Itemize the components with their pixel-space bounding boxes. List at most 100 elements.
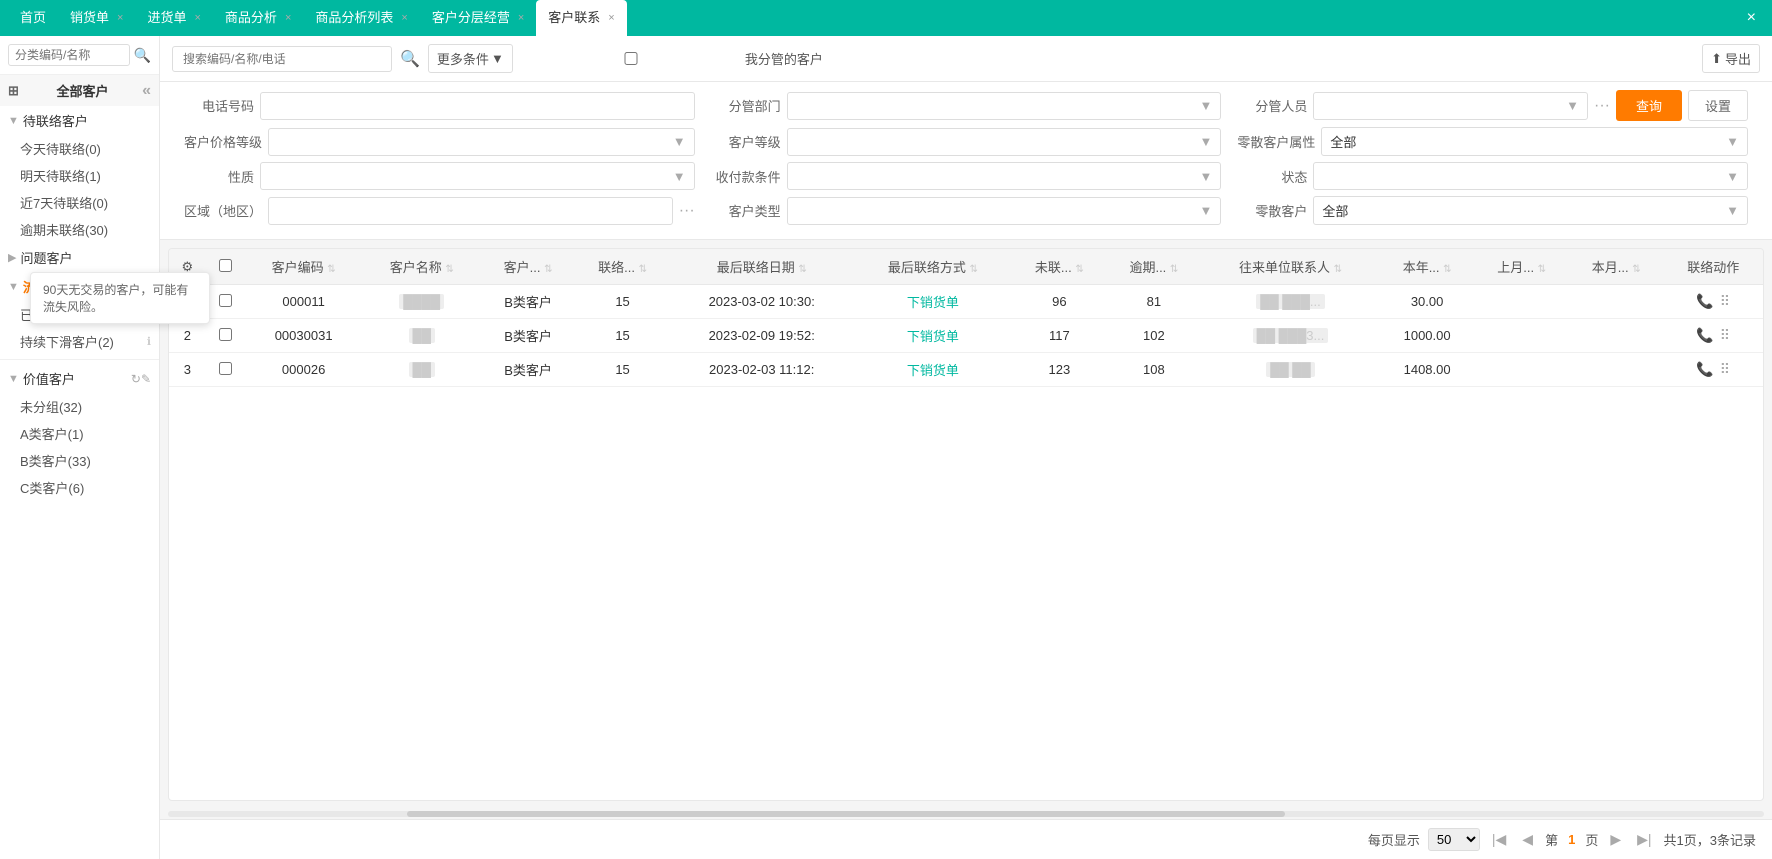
dept-arrow-icon: ▼ xyxy=(1199,98,1212,113)
close-analysis-tab[interactable]: × xyxy=(285,0,291,36)
sidebar-group-value-header[interactable]: ▼ 价值客户 ↻ ✎ xyxy=(0,364,159,393)
sidebar-item-declining[interactable]: 持续下滑客户(2) ℹ xyxy=(0,328,159,355)
my-customer-checkbox[interactable]: 我分管的客户 xyxy=(521,49,823,68)
col-checkbox[interactable] xyxy=(206,249,245,285)
dept-select[interactable]: ▼ xyxy=(787,92,1222,120)
sidebar-item-c-class[interactable]: C类客户(6) xyxy=(0,474,159,501)
close-purchase-tab[interactable]: × xyxy=(194,0,200,36)
col-uncontacted[interactable]: 未联... ⇅ xyxy=(1012,249,1107,285)
person-arrow-icon: ▼ xyxy=(1566,98,1579,113)
cust-type-select[interactable]: ▼ xyxy=(787,197,1222,225)
select-all-checkbox[interactable] xyxy=(219,259,232,272)
payment-select[interactable]: ▼ xyxy=(787,162,1222,190)
churn-tooltip: 90天无交易的客户，可能有流失风险。 xyxy=(30,272,160,324)
first-page-btn[interactable]: |◀ xyxy=(1488,829,1510,850)
sidebar-search-input[interactable] xyxy=(8,44,130,66)
edit-icon[interactable]: ✎ xyxy=(141,372,151,386)
close-sales-tab[interactable]: × xyxy=(117,0,123,36)
cell-last-way[interactable]: 下销货单 xyxy=(854,353,1013,387)
col-overdue[interactable]: 逾期... ⇅ xyxy=(1107,249,1202,285)
cell-overdue: 102 xyxy=(1107,319,1202,353)
sidebar-collapse-icon[interactable]: « xyxy=(142,82,151,100)
sidebar-item-ungrouped[interactable]: 未分组(32) xyxy=(0,393,159,420)
export-button[interactable]: ⬆ 导出 xyxy=(1702,44,1760,73)
setting-button[interactable]: 设置 xyxy=(1688,90,1748,121)
top-nav: 首页 销货单 × 进货单 × 商品分析 × 商品分析列表 × 客户分层经营 × … xyxy=(0,0,1772,36)
col-this-month[interactable]: 本月... ⇅ xyxy=(1569,249,1664,285)
nav-home[interactable]: 首页 xyxy=(8,0,58,36)
close-customer-tier-tab[interactable]: × xyxy=(518,0,524,36)
cust-grade-select[interactable]: ▼ xyxy=(787,128,1222,156)
sidebar-all-customers[interactable]: ⊞ 全部客户 « xyxy=(0,75,159,106)
cell-name: ██ xyxy=(363,353,481,387)
col-name[interactable]: 客户名称 ⇅ xyxy=(363,249,481,285)
table-row: 3 000026 ██ B类客户 15 2023-02-03 11:12: 下销… xyxy=(169,353,1763,387)
search-button[interactable]: 🔍 xyxy=(400,49,420,69)
cust-grade-arrow-icon: ▼ xyxy=(1199,134,1212,149)
per-page-select[interactable]: 50 100 200 xyxy=(1428,828,1480,851)
next-page-btn[interactable]: ▶ xyxy=(1606,829,1625,850)
window-close-btn[interactable]: × xyxy=(1739,9,1764,27)
filter-row-4: 区域（地区） ··· 客户类型 ▼ 零散客户 全部 ▼ xyxy=(176,196,1756,225)
col-cust-type[interactable]: 客户... ⇅ xyxy=(481,249,576,285)
sidebar-group-pending-header[interactable]: ▼ 待联络客户 xyxy=(0,106,159,135)
refresh-icon[interactable]: ↻ xyxy=(131,372,141,386)
sidebar-group-problem-header[interactable]: ▶ 问题客户 xyxy=(0,243,159,272)
cell-checkbox[interactable] xyxy=(206,319,245,353)
phone-action-icon[interactable]: 📞 xyxy=(1696,327,1713,344)
person-dots-btn[interactable]: ··· xyxy=(1594,97,1610,115)
region-input[interactable] xyxy=(268,197,673,225)
price-grade-select[interactable]: ▼ xyxy=(268,128,695,156)
cell-last-way[interactable]: 下销货单 xyxy=(854,319,1013,353)
col-last-date[interactable]: 最后联络日期 ⇅ xyxy=(670,249,854,285)
more-action-icon[interactable]: ⠿ xyxy=(1720,327,1730,344)
nav-analysis[interactable]: 商品分析 × xyxy=(213,0,303,36)
nav-analysis-list[interactable]: 商品分析列表 × xyxy=(303,0,419,36)
more-conditions-btn[interactable]: 更多条件 ▼ xyxy=(428,44,513,73)
sidebar-item-a-class[interactable]: A类客户(1) xyxy=(0,420,159,447)
cell-actions: 📞 ⠿ xyxy=(1663,285,1763,319)
cell-checkbox[interactable] xyxy=(206,285,245,319)
query-button[interactable]: 查询 xyxy=(1616,90,1682,121)
search-input[interactable] xyxy=(172,46,392,72)
status-select[interactable]: ▼ xyxy=(1313,162,1748,190)
current-page: 1 xyxy=(1568,832,1575,847)
sidebar-item-overdue[interactable]: 逾期未联络(30) xyxy=(0,216,159,243)
nav-sales[interactable]: 销货单 × xyxy=(58,0,135,36)
filter-person: 分管人员 ▼ ··· 查询 设置 xyxy=(1229,90,1756,121)
cell-checkbox[interactable] xyxy=(206,353,245,387)
prev-page-btn[interactable]: ◀ xyxy=(1518,829,1537,850)
col-contact-person[interactable]: 往来单位联系人 ⇅ xyxy=(1201,249,1380,285)
phone-action-icon[interactable]: 📞 xyxy=(1696,293,1713,310)
cell-code: 00030031 xyxy=(245,319,363,353)
sidebar-search-icon[interactable]: 🔍 xyxy=(134,47,151,64)
phone-action-icon[interactable]: 📞 xyxy=(1696,361,1713,378)
nature-select[interactable]: ▼ xyxy=(260,162,695,190)
more-action-icon[interactable]: ⠿ xyxy=(1720,361,1730,378)
region-dots-btn[interactable]: ··· xyxy=(679,202,695,220)
my-customer-check[interactable] xyxy=(521,52,741,65)
col-last-way[interactable]: 最后联络方式 ⇅ xyxy=(854,249,1013,285)
col-code[interactable]: 客户编码 ⇅ xyxy=(245,249,363,285)
nav-purchase[interactable]: 进货单 × xyxy=(135,0,212,36)
data-table: ⚙ 客户编码 ⇅ 客户名称 ⇅ 客户... ⇅ 联络... ⇅ 最后联络日期 ⇅… xyxy=(169,249,1763,387)
close-analysis-list-tab[interactable]: × xyxy=(401,0,407,36)
col-last-month[interactable]: 上月... ⇅ xyxy=(1474,249,1569,285)
nav-customer-contact[interactable]: 客户联系 × xyxy=(536,0,626,36)
last-page-btn[interactable]: ▶| xyxy=(1633,829,1655,850)
person-select[interactable]: ▼ xyxy=(1313,92,1588,120)
sidebar-item-b-class[interactable]: B类客户(33) xyxy=(0,447,159,474)
sidebar-item-today[interactable]: 今天待联络(0) xyxy=(0,135,159,162)
sidebar-item-tomorrow[interactable]: 明天待联络(1) xyxy=(0,162,159,189)
phone-input[interactable] xyxy=(260,92,695,120)
horizontal-scrollbar[interactable] xyxy=(160,809,1772,819)
cell-last-way[interactable]: 下销货单 xyxy=(854,285,1013,319)
col-this-year[interactable]: 本年... ⇅ xyxy=(1380,249,1475,285)
nav-customer-tier[interactable]: 客户分层经营 × xyxy=(420,0,536,36)
more-action-icon[interactable]: ⠿ xyxy=(1720,293,1730,310)
retail-attr-select[interactable]: 全部 ▼ xyxy=(1321,127,1748,156)
retail-select[interactable]: 全部 ▼ xyxy=(1313,196,1748,225)
sidebar-item-week[interactable]: 近7天待联络(0) xyxy=(0,189,159,216)
col-contact[interactable]: 联络... ⇅ xyxy=(575,249,670,285)
close-customer-contact-tab[interactable]: × xyxy=(608,0,614,36)
